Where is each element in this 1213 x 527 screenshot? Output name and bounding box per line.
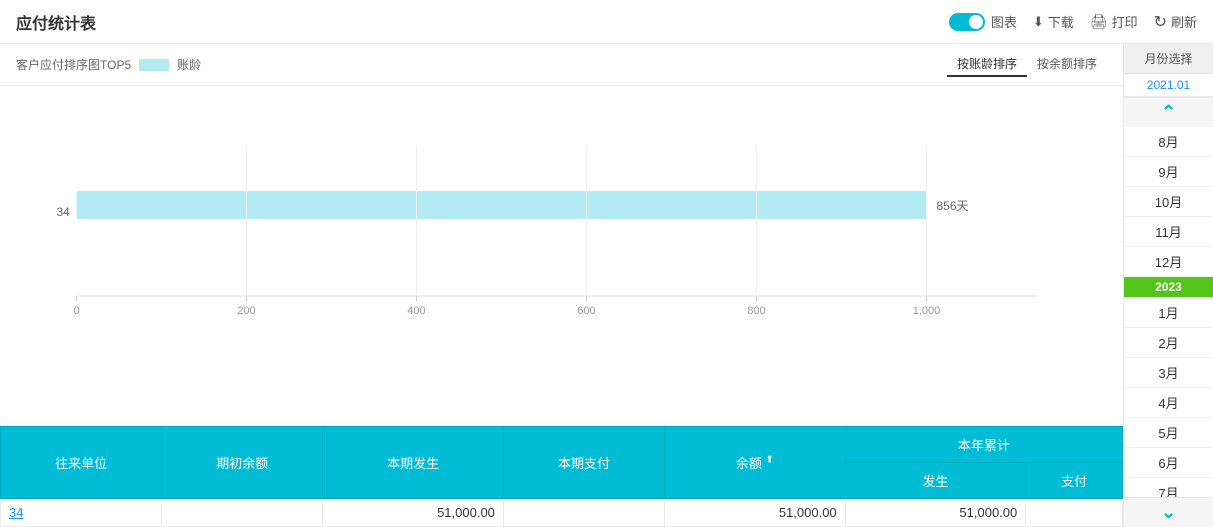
cell-balance: 51,000.00 [665, 499, 846, 527]
refresh-button[interactable]: 刷新 [1154, 12, 1197, 32]
chart-area: 客户应付排序图TOP5 账龄 按账龄排序 按余额排序 34 856天 [0, 44, 1123, 527]
bar-end-label: 856天 [937, 199, 969, 213]
cell-occur: 51,000.00 [323, 499, 504, 527]
sidebar-month-item[interactable]: 12月 [1124, 247, 1213, 277]
col-ytd-pay: 支付 [1026, 463, 1123, 499]
sidebar-month-item[interactable]: 9月 [1124, 157, 1213, 187]
col-ytd-label: 本年累计 [845, 427, 1122, 463]
sidebar-month-list: 8月9月10月11月12月20231月2月3月4月5月6月7月 [1124, 127, 1213, 497]
table-row: 34 51,000.00 51,000.00 51,000.00 [1, 499, 1123, 527]
col-period-pay: 本期支付 [503, 427, 664, 499]
sort-by-balance-button[interactable]: 按余额排序 [1027, 52, 1107, 77]
chart-toggle[interactable] [949, 13, 985, 31]
sidebar-month-item[interactable]: 8月 [1124, 127, 1213, 157]
chart-sort-buttons: 按账龄排序 按余额排序 [947, 52, 1107, 77]
refresh-icon [1154, 12, 1167, 32]
sort-by-age-button[interactable]: 按账龄排序 [947, 52, 1027, 77]
svg-text:0: 0 [73, 305, 79, 317]
header: 应付统计表 图表 下载 打印 刷新 [0, 0, 1213, 44]
data-table: 往来单位 期初余额 本期发生 本期支付 余额 ⬆ 本年累计 发生 [0, 426, 1123, 527]
sidebar-month-item[interactable]: 3月 [1124, 358, 1213, 388]
toggle-thumb [969, 15, 983, 29]
chevron-up-icon [1161, 105, 1176, 122]
cell-pay [503, 499, 664, 527]
chart-svg-area: 34 856天 0 200 400 600 [0, 86, 1123, 425]
legend-color-swatch [139, 59, 169, 71]
page-title: 应付统计表 [16, 10, 96, 34]
cell-ytd-pay [1026, 499, 1123, 527]
sidebar-header: 月份选择 [1124, 44, 1213, 74]
svg-text:1,000: 1,000 [913, 305, 941, 317]
print-button[interactable]: 打印 [1090, 12, 1138, 31]
balance-icon: ⬆ [766, 455, 774, 466]
print-label: 打印 [1112, 12, 1138, 31]
sidebar-month-item[interactable]: 4月 [1124, 388, 1213, 418]
header-actions: 图表 下载 打印 刷新 [949, 12, 1197, 32]
col-period-occur: 本期发生 [323, 427, 504, 499]
sidebar-current-date[interactable]: 2021.01 [1124, 74, 1213, 97]
col-ytd-occur: 发生 [845, 463, 1026, 499]
refresh-label: 刷新 [1171, 12, 1197, 31]
col-balance: 余额 ⬆ [665, 427, 846, 499]
svg-text:200: 200 [237, 305, 255, 317]
download-label: 下载 [1048, 12, 1074, 31]
sidebar-month-item[interactable]: 7月 [1124, 478, 1213, 497]
unit-link[interactable]: 34 [9, 505, 23, 520]
col-opening-balance: 期初余额 [162, 427, 323, 499]
main-content: 客户应付排序图TOP5 账龄 按账龄排序 按余额排序 34 856天 [0, 44, 1213, 527]
svg-text:600: 600 [577, 305, 595, 317]
sidebar-month-item[interactable]: 10月 [1124, 187, 1213, 217]
right-sidebar: 月份选择 2021.01 8月9月10月11月12月20231月2月3月4月5月… [1123, 44, 1213, 527]
download-button[interactable]: 下载 [1033, 12, 1074, 31]
sidebar-month-item[interactable]: 2023 [1124, 277, 1213, 298]
chart-legend: 客户应付排序图TOP5 账龄 [16, 56, 201, 73]
cell-opening [162, 499, 323, 527]
svg-text:400: 400 [407, 305, 425, 317]
sidebar-month-item[interactable]: 2月 [1124, 328, 1213, 358]
svg-text:800: 800 [747, 305, 765, 317]
sidebar-month-item[interactable]: 1月 [1124, 298, 1213, 328]
bar-fill [77, 191, 927, 219]
bar-chart-svg: 34 856天 0 200 400 600 [16, 96, 1107, 336]
cell-ytd-occur: 51,000.00 [845, 499, 1026, 527]
legend-title: 客户应付排序图TOP5 [16, 56, 131, 73]
y-axis-label: 34 [57, 205, 71, 219]
table-area: 往来单位 期初余额 本期发生 本期支付 余额 ⬆ 本年累计 发生 [0, 425, 1123, 527]
chevron-down-icon [1161, 505, 1176, 522]
sidebar-month-item[interactable]: 5月 [1124, 418, 1213, 448]
print-icon [1090, 13, 1108, 30]
cell-unit: 34 [1, 499, 162, 527]
sidebar-month-item[interactable]: 6月 [1124, 448, 1213, 478]
sidebar-scroll-down-button[interactable] [1124, 497, 1213, 527]
sidebar-scroll-up-button[interactable] [1124, 97, 1213, 127]
sidebar-month-item[interactable]: 11月 [1124, 217, 1213, 247]
chart-header: 客户应付排序图TOP5 账龄 按账龄排序 按余额排序 [0, 44, 1123, 86]
col-incoming-unit: 往来单位 [1, 427, 162, 499]
download-icon [1033, 14, 1044, 30]
legend-label: 账龄 [177, 56, 201, 73]
toggle-label: 图表 [991, 12, 1017, 31]
